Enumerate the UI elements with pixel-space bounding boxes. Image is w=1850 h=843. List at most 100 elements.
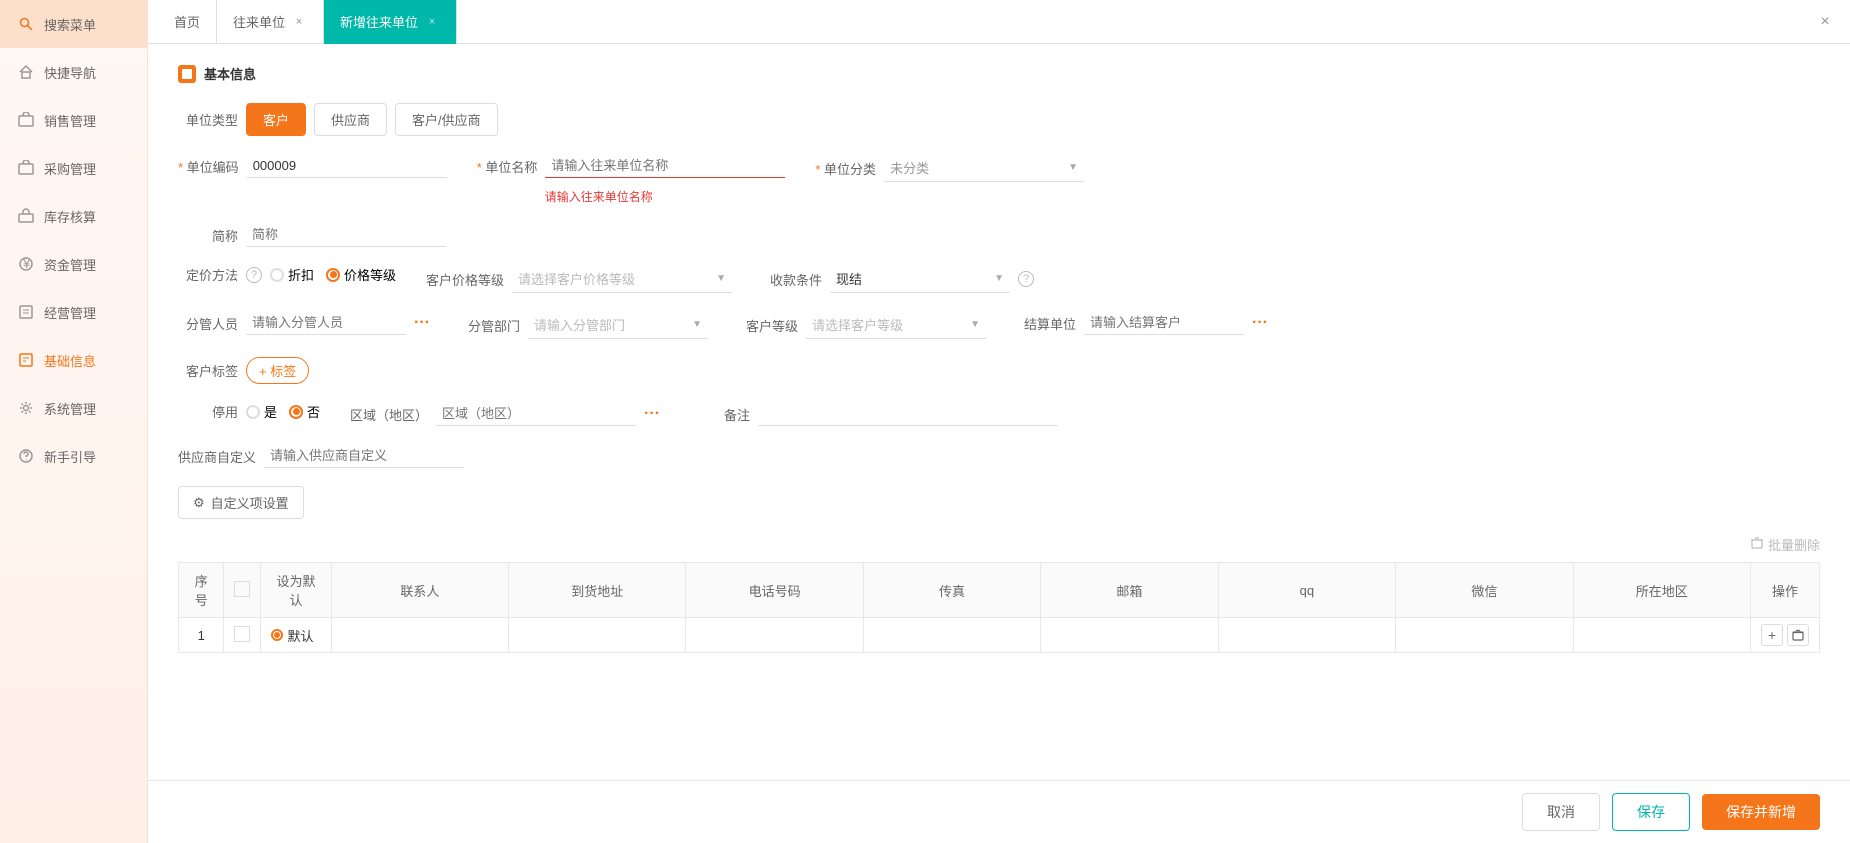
section-header: 基本信息 xyxy=(178,64,1820,83)
sales-icon xyxy=(16,110,36,130)
cell-phone xyxy=(686,618,863,653)
shortname-input[interactable] xyxy=(246,223,446,247)
cell-index: 1 xyxy=(179,618,224,653)
fax-input[interactable] xyxy=(874,628,1030,643)
supplier-custom-input[interactable] xyxy=(264,444,464,468)
manager-group: 分管人员 ··· xyxy=(178,311,430,335)
cell-contact xyxy=(331,618,508,653)
sidebar-item-system[interactable]: 系统管理 xyxy=(0,384,147,432)
customer-level-select[interactable]: 请选择客户等级 ▼ xyxy=(806,311,986,339)
section-icon xyxy=(178,65,196,83)
pricing-group: 定价方法 ? 折扣 价格等级 xyxy=(178,265,396,284)
customer-price-select[interactable]: 请选择客户价格等级 ▼ xyxy=(512,265,732,293)
system-icon xyxy=(16,398,36,418)
delete-row-button[interactable] xyxy=(1787,624,1809,646)
radio-no-outer xyxy=(289,405,303,419)
payment-help-icon[interactable]: ? xyxy=(1018,271,1034,287)
sidebar-item-basics[interactable]: 基础信息 xyxy=(0,336,147,384)
unit-type-group: 单位类型 客户 供应商 客户/供应商 xyxy=(178,103,498,136)
window-close-button[interactable]: × xyxy=(1810,7,1840,37)
dept-select[interactable]: 请输入分管部门 ▼ xyxy=(528,311,708,339)
sidebar-item-purchase[interactable]: 采购管理 xyxy=(0,144,147,192)
chevron-down-icon2: ▼ xyxy=(716,273,726,284)
qq-input[interactable] xyxy=(1229,628,1386,643)
add-row-button[interactable]: + xyxy=(1761,624,1783,646)
unit-name-input[interactable] xyxy=(545,154,785,178)
sidebar-label-finance: 资金管理 xyxy=(44,255,96,274)
btn-customer[interactable]: 客户 xyxy=(246,103,306,136)
tab-bar: 首页 往来单位 × 新增往来单位 × × xyxy=(148,0,1850,44)
gear-icon: ⚙ xyxy=(193,495,205,511)
pricing-help-icon[interactable]: ? xyxy=(246,267,262,283)
tab-counterpart-close[interactable]: × xyxy=(291,14,307,30)
sidebar-label-basics: 基础信息 xyxy=(44,351,96,370)
payment-terms-select[interactable]: 现结 ▼ xyxy=(830,265,1010,293)
remark-input[interactable] xyxy=(758,402,1058,426)
row-region-input[interactable] xyxy=(1584,628,1740,643)
tab-home[interactable]: 首页 xyxy=(158,0,217,44)
operations-icon xyxy=(16,302,36,322)
footer: 取消 保存 保存并新增 xyxy=(148,780,1850,843)
save-new-button[interactable]: 保存并新增 xyxy=(1702,794,1820,830)
finance-icon: ¥ xyxy=(16,254,36,274)
remark-group: 备注 xyxy=(690,402,1058,426)
radio-yes[interactable]: 是 xyxy=(246,402,277,421)
phone-input[interactable] xyxy=(696,628,852,643)
batch-delete-label[interactable]: 批量删除 xyxy=(1768,535,1820,554)
col-phone: 电话号码 xyxy=(686,563,863,618)
region-input[interactable] xyxy=(436,402,636,426)
btn-supplier[interactable]: 供应商 xyxy=(314,103,387,136)
add-tag-button[interactable]: + 标签 xyxy=(246,357,309,384)
settlement-more-btn[interactable]: ··· xyxy=(1252,314,1268,332)
unit-name-label: 单位名称 xyxy=(477,157,538,176)
tab-new-counterpart-close[interactable]: × xyxy=(424,14,440,30)
row-checkbox[interactable] xyxy=(234,626,250,642)
sidebar-item-finance[interactable]: ¥ 资金管理 xyxy=(0,240,147,288)
sidebar-label-search: 搜索菜单 xyxy=(44,15,96,34)
unit-category-label: 单位分类 xyxy=(815,159,876,178)
sidebar-item-inventory[interactable]: 库存核算 xyxy=(0,192,147,240)
col-region: 所在地区 xyxy=(1573,563,1750,618)
contact-input[interactable] xyxy=(342,628,498,643)
header-checkbox[interactable] xyxy=(234,581,250,597)
col-contact: 联系人 xyxy=(331,563,508,618)
shortname-label: 简称 xyxy=(178,226,238,245)
radio-price-level[interactable]: 价格等级 xyxy=(326,265,396,284)
manager-more-btn[interactable]: ··· xyxy=(414,314,430,332)
unit-name-group: 单位名称 请输入往来单位名称 xyxy=(477,154,786,205)
unit-code-input[interactable] xyxy=(247,154,447,178)
btn-both[interactable]: 客户/供应商 xyxy=(395,103,498,136)
customer-level-placeholder: 请选择客户等级 xyxy=(812,315,966,334)
sidebar-label-sales: 销售管理 xyxy=(44,111,96,130)
tab-new-counterpart[interactable]: 新增往来单位 × xyxy=(324,0,457,44)
sidebar-item-guide[interactable]: 新手引导 xyxy=(0,432,147,480)
chevron-down-icon: ▼ xyxy=(1068,162,1078,173)
sidebar-label-system: 系统管理 xyxy=(44,399,96,418)
sidebar-item-operations[interactable]: 经营管理 xyxy=(0,288,147,336)
manager-input[interactable] xyxy=(246,311,406,335)
sidebar-item-quicknav[interactable]: 快捷导航 xyxy=(0,48,147,96)
unit-category-select[interactable]: 未分类 ▼ xyxy=(884,154,1084,182)
pricing-row: 定价方法 ? 折扣 价格等级 客户价格等级 xyxy=(178,265,1820,293)
save-button[interactable]: 保存 xyxy=(1612,793,1690,831)
radio-no[interactable]: 否 xyxy=(289,402,320,421)
row-default-radio[interactable] xyxy=(271,629,283,641)
supplier-custom-group: 供应商自定义 xyxy=(178,444,464,468)
col-qq: qq xyxy=(1218,563,1396,618)
region-more-btn[interactable]: ··· xyxy=(644,405,660,423)
tab-counterpart[interactable]: 往来单位 × xyxy=(217,0,324,44)
cancel-button[interactable]: 取消 xyxy=(1522,793,1600,831)
sidebar-item-search[interactable]: 搜索菜单 xyxy=(0,0,147,48)
wechat-input[interactable] xyxy=(1406,628,1562,643)
sidebar-label-purchase: 采购管理 xyxy=(44,159,96,178)
email-input[interactable] xyxy=(1051,628,1207,643)
guide-icon xyxy=(16,446,36,466)
radio-discount[interactable]: 折扣 xyxy=(270,265,314,284)
address-input[interactable] xyxy=(519,628,675,643)
col-fax: 传真 xyxy=(863,563,1040,618)
settlement-input[interactable] xyxy=(1084,311,1244,335)
custom-settings-button[interactable]: ⚙ 自定义项设置 xyxy=(178,486,304,519)
tab-counterpart-label: 往来单位 xyxy=(233,12,285,31)
radio-no-inner xyxy=(293,408,300,415)
sidebar-item-sales[interactable]: 销售管理 xyxy=(0,96,147,144)
